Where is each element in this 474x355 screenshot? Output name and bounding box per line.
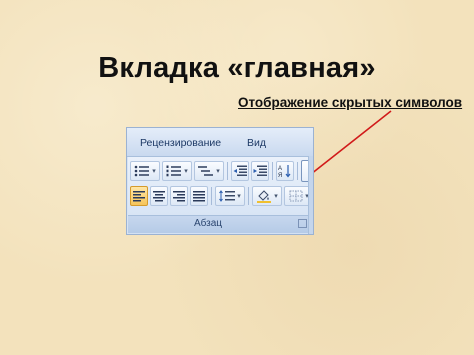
align-right-icon	[173, 190, 185, 201]
paragraph-group-label-bar: Абзац	[128, 215, 310, 233]
dialog-launcher-icon[interactable]	[298, 219, 307, 228]
ribbon-panel: Рецензирование Вид ▾ ▾ ▾ A Я ▾ ▾ ▾ Абзац	[126, 127, 314, 235]
separator	[211, 187, 212, 205]
separator	[248, 187, 249, 205]
align-right-button[interactable]	[170, 186, 188, 206]
multilevel-list-button[interactable]: ▾	[194, 161, 224, 181]
borders-icon	[289, 190, 303, 202]
justify-icon	[193, 190, 205, 201]
decrease-indent-icon	[233, 165, 247, 176]
ribbon-tabs: Рецензирование Вид	[127, 128, 313, 157]
center-button[interactable]	[150, 186, 168, 206]
paragraph-group-label: Абзац	[193, 218, 223, 229]
center-icon	[153, 190, 165, 201]
shading-button[interactable]: ▾	[252, 186, 282, 206]
line-spacing-button[interactable]: ▾	[215, 186, 245, 206]
separator	[227, 162, 228, 180]
paragraph-group: ▾ ▾ ▾ A Я ▾ ▾ ▾ Абзац	[128, 157, 313, 234]
bullets-icon	[134, 165, 150, 177]
separator	[297, 162, 298, 180]
decrease-indent-button[interactable]	[231, 161, 249, 181]
svg-text:A: A	[278, 166, 282, 172]
chevron-down-icon: ▾	[184, 168, 188, 175]
svg-text:Я: Я	[278, 173, 282, 178]
increase-indent-button[interactable]	[251, 161, 269, 181]
sort-button[interactable]: A Я	[276, 161, 294, 181]
numbering-icon	[166, 165, 182, 177]
chevron-down-icon: ▾	[216, 168, 220, 175]
slide-title: Вкладка «главная»	[98, 52, 376, 84]
chevron-down-icon: ▾	[237, 193, 241, 200]
numbering-button[interactable]: ▾	[162, 161, 192, 181]
ribbon-edge	[308, 156, 313, 234]
chevron-down-icon: ▾	[152, 168, 156, 175]
justify-button[interactable]	[190, 186, 208, 206]
separator	[272, 162, 273, 180]
paragraph-row-1: ▾ ▾ ▾ A Я	[130, 160, 313, 182]
chevron-down-icon: ▾	[274, 193, 278, 200]
align-left-button[interactable]	[130, 186, 148, 206]
increase-indent-icon	[253, 165, 267, 176]
line-spacing-icon	[219, 190, 236, 202]
bullets-button[interactable]: ▾	[130, 161, 160, 181]
multilevel-list-icon	[198, 166, 214, 176]
shading-icon	[257, 190, 272, 203]
tab-review[interactable]: Рецензирование	[140, 137, 221, 149]
callout-label: Отображение скрытых символов	[238, 95, 463, 110]
paragraph-row-2: ▾ ▾ ▾	[130, 186, 313, 206]
sort-icon: A Я	[278, 165, 291, 178]
align-left-icon	[133, 190, 145, 201]
tab-view[interactable]: Вид	[247, 137, 266, 149]
